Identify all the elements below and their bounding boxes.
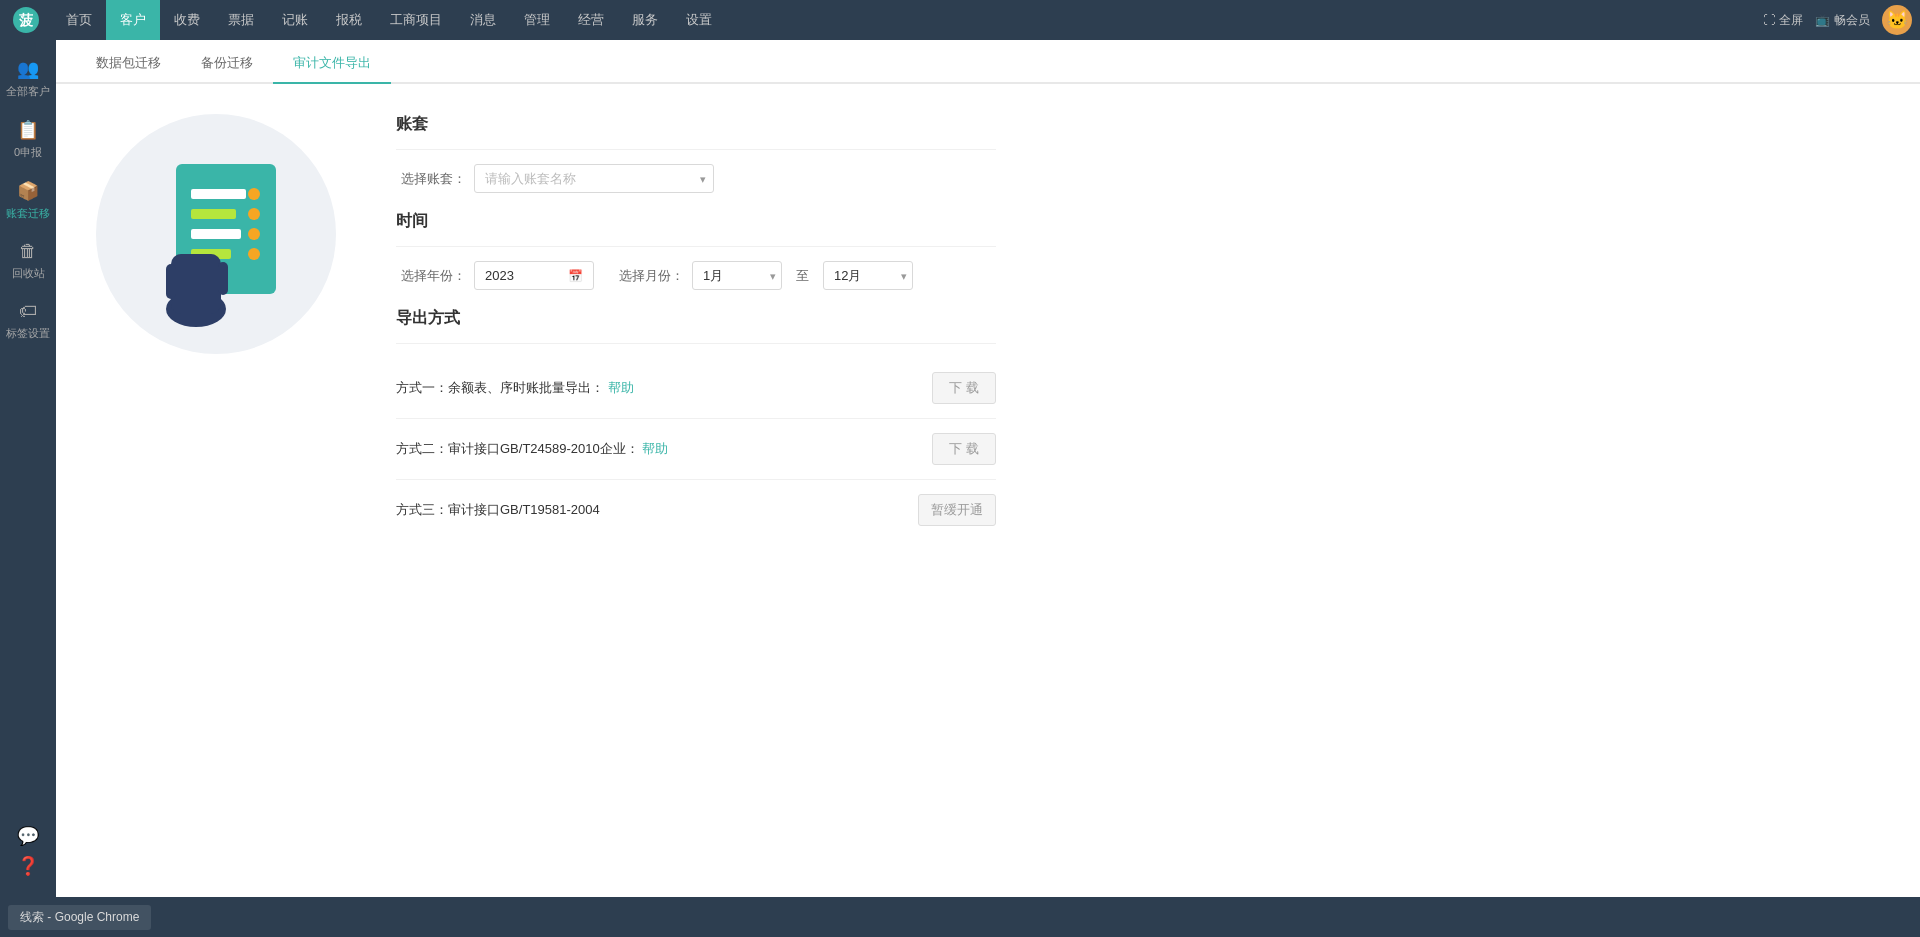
svg-point-9: [248, 228, 260, 240]
avatar[interactable]: 🐱: [1882, 5, 1912, 35]
svg-rect-5: [191, 229, 241, 239]
sidebar: 👥 全部客户 📋 0申报 📦 账套迁移 🗑 回收站 🏷 标签设置 💬 ❓: [0, 40, 56, 897]
year-input[interactable]: 2023 📅: [474, 261, 594, 290]
tab-data-migration[interactable]: 数据包迁移: [76, 54, 181, 84]
export-method-2-help-link[interactable]: 帮助: [642, 441, 668, 456]
svg-rect-13: [166, 264, 176, 299]
export-methods: 方式一：余额表、序时账批量导出： 帮助 下 载 方式二：审计接口GB/T2458…: [396, 358, 996, 540]
start-month-select[interactable]: 1月2月3月4月 5月6月7月8月 9月10月11月12月: [692, 261, 782, 290]
content-area: 数据包迁移 备份迁移 审计文件导出: [56, 40, 1920, 897]
sidebar-item-recycle[interactable]: 🗑 回收站: [0, 231, 56, 291]
sidebar-bottom: 💬 ❓: [17, 825, 39, 889]
export-method-3-text: 方式三：审计接口GB/T19581-2004: [396, 501, 600, 519]
taskbar: 线索 - Google Chrome: [0, 897, 1920, 937]
nav-items: 首页 客户 收费 票据 记账 报税 工商项目 消息 管理 经营 服务 设置: [52, 0, 1763, 40]
all-customers-icon: 👥: [17, 58, 39, 80]
fullscreen-button[interactable]: ⛶ 全屏: [1763, 12, 1803, 29]
export-method-1-help-link[interactable]: 帮助: [608, 380, 634, 395]
tab-backup-migration[interactable]: 备份迁移: [181, 54, 273, 84]
svg-rect-3: [191, 189, 246, 199]
export-method-3-coming-soon-button: 暂缓开通: [918, 494, 996, 526]
svg-rect-4: [191, 209, 236, 219]
recycle-icon: 🗑: [19, 241, 37, 262]
export-method-1-download-button[interactable]: 下 载: [932, 372, 996, 404]
tab-bar: 数据包迁移 备份迁移 审计文件导出: [56, 40, 1920, 84]
svg-point-8: [248, 208, 260, 220]
svg-point-10: [248, 248, 260, 260]
main-layout: 👥 全部客户 📋 0申报 📦 账套迁移 🗑 回收站 🏷 标签设置 💬 ❓ 数据包…: [0, 40, 1920, 897]
end-month-select-wrap: 1月2月3月4月 5月6月7月8月 9月10月11月12月 ▾: [823, 261, 913, 290]
member-icon: 📺: [1815, 13, 1830, 27]
export-section-title: 导出方式: [396, 308, 996, 329]
nav-message[interactable]: 消息: [456, 0, 510, 40]
svg-rect-14: [218, 262, 228, 295]
svg-point-7: [248, 188, 260, 200]
nav-settings[interactable]: 设置: [672, 0, 726, 40]
fullscreen-icon: ⛶: [1763, 13, 1775, 27]
nav-tax[interactable]: 报税: [322, 0, 376, 40]
sidebar-item-tag-settings[interactable]: 🏷 标签设置: [0, 291, 56, 351]
nav-fee[interactable]: 收费: [160, 0, 214, 40]
export-divider: [396, 343, 996, 344]
end-month-select[interactable]: 1月2月3月4月 5月6月7月8月 9月10月11月12月: [823, 261, 913, 290]
account-migration-icon: 📦: [17, 180, 39, 202]
nav-operation[interactable]: 经营: [564, 0, 618, 40]
time-divider: [396, 246, 996, 247]
account-divider: [396, 149, 996, 150]
illustration: [96, 114, 336, 354]
export-method-2-text: 方式二：审计接口GB/T24589-2010企业： 帮助: [396, 440, 668, 458]
export-method-2-download-button[interactable]: 下 载: [932, 433, 996, 465]
calendar-icon: 📅: [568, 269, 583, 283]
export-method-1-text: 方式一：余额表、序时账批量导出： 帮助: [396, 379, 634, 397]
member-button[interactable]: 📺 畅会员: [1815, 12, 1870, 29]
tab-audit-export[interactable]: 审计文件导出: [273, 54, 391, 84]
top-nav: 菠 首页 客户 收费 票据 记账 报税 工商项目 消息 管理 经营 服务 设置 …: [0, 0, 1920, 40]
svg-text:菠: 菠: [19, 12, 34, 28]
export-method-3: 方式三：审计接口GB/T19581-2004 暂缓开通: [396, 480, 996, 540]
export-method-1: 方式一：余额表、序时账批量导出： 帮助 下 载: [396, 358, 996, 419]
sidebar-help-icon[interactable]: ❓: [17, 855, 39, 877]
nav-right: ⛶ 全屏 📺 畅会员 🐱: [1763, 5, 1912, 35]
year-label: 选择年份：: [396, 267, 466, 285]
account-select-input[interactable]: [474, 164, 714, 193]
month-label: 选择月份：: [614, 267, 684, 285]
to-text: 至: [790, 267, 815, 285]
start-month-select-wrap: 1月2月3月4月 5月6月7月8月 9月10月11月12月 ▾: [692, 261, 782, 290]
logo: 菠: [8, 2, 44, 38]
time-row: 选择年份： 2023 📅 选择月份： 1月2月3月4月 5月6月7月8月 9月1…: [396, 261, 996, 290]
sidebar-item-all-customers[interactable]: 👥 全部客户: [0, 48, 56, 109]
nav-invoice[interactable]: 票据: [214, 0, 268, 40]
page-content: 账套 选择账套： ▾ 时间 选择年份：: [56, 84, 1920, 897]
nav-customer[interactable]: 客户: [106, 0, 160, 40]
nav-service[interactable]: 服务: [618, 0, 672, 40]
account-section-title: 账套: [396, 114, 996, 135]
nav-business[interactable]: 工商项目: [376, 0, 456, 40]
sidebar-item-account-migration[interactable]: 📦 账套迁移: [0, 170, 56, 231]
export-method-2: 方式二：审计接口GB/T24589-2010企业： 帮助 下 载: [396, 419, 996, 480]
form-area: 账套 选择账套： ▾ 时间 选择年份：: [396, 114, 996, 540]
time-section-title: 时间: [396, 211, 996, 232]
svg-rect-12: [171, 254, 221, 314]
nav-bookkeeping[interactable]: 记账: [268, 0, 322, 40]
taskbar-chrome-item[interactable]: 线索 - Google Chrome: [8, 905, 151, 930]
account-select-label: 选择账套：: [396, 170, 466, 188]
form-container: 账套 选择账套： ▾ 时间 选择年份：: [96, 114, 1880, 540]
account-select-row: 选择账套： ▾: [396, 164, 996, 193]
sidebar-item-zero-declare[interactable]: 📋 0申报: [0, 109, 56, 170]
tag-settings-icon: 🏷: [19, 301, 37, 322]
nav-home[interactable]: 首页: [52, 0, 106, 40]
zero-declare-icon: 📋: [17, 119, 39, 141]
account-select-wrap: ▾: [474, 164, 714, 193]
nav-manage[interactable]: 管理: [510, 0, 564, 40]
sidebar-message-icon[interactable]: 💬: [17, 825, 39, 847]
